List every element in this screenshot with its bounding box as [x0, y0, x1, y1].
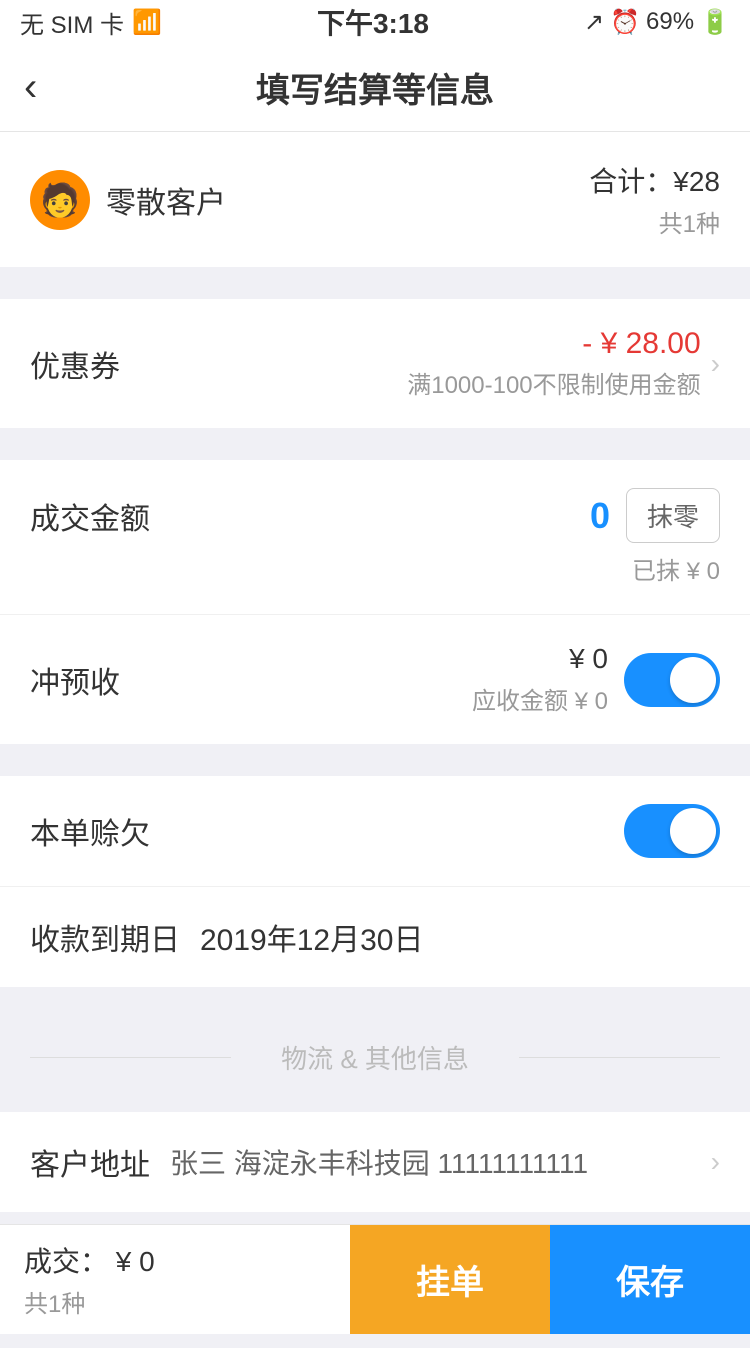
coupon-label: 优惠券 [30, 342, 120, 386]
prepay-amount: ¥ 0 [569, 643, 608, 675]
coupon-chevron: › [711, 348, 720, 380]
main-content: 🧑 零散客户 合计：¥28 共1种 优惠券 - ¥ 28.00 满1000-10… [0, 132, 750, 1348]
location-icon: ↗ [584, 8, 604, 37]
divider-line-right [519, 1057, 720, 1058]
customer-right: 合计：¥28 共1种 [589, 160, 720, 239]
transaction-value[interactable]: 0 [590, 495, 610, 537]
status-bar-left: 无 SIM 卡 📶 [20, 5, 162, 40]
logistics-divider: 物流 & 其他信息 [0, 1019, 750, 1096]
alarm-icon: ⏰ [610, 8, 640, 37]
customer-left: 🧑 零散客户 [30, 170, 226, 230]
battery-label: 69% [646, 8, 694, 36]
debt-toggle[interactable] [624, 804, 720, 858]
summary-value: ¥ 0 [116, 1246, 155, 1277]
no-sim-label: 无 SIM 卡 [20, 5, 124, 40]
debt-card: 本单赊欠 收款到期日 2019年12月30日 [0, 776, 750, 987]
address-label: 客户地址 [30, 1140, 150, 1184]
battery-icon: 🔋 [700, 8, 730, 37]
total-sub: 共1种 [589, 204, 720, 239]
coupon-right: - ¥ 28.00 满1000-100不限制使用金额 [407, 327, 700, 400]
prepay-label: 冲预收 [30, 658, 120, 702]
coupon-card: 优惠券 - ¥ 28.00 满1000-100不限制使用金额 › [0, 299, 750, 428]
debt-row: 本单赊欠 [0, 776, 750, 886]
debt-label: 本单赊欠 [30, 809, 150, 853]
due-date-value[interactable]: 2019年12月30日 [200, 915, 423, 959]
prepay-sub: 应收金额 ¥ 0 [472, 681, 608, 716]
nav-bar: ‹ 填写结算等信息 [0, 44, 750, 132]
bottom-summary: 成交： ¥ 0 共1种 [0, 1225, 350, 1334]
avatar-icon: 🧑 [40, 181, 80, 219]
avatar: 🧑 [30, 170, 90, 230]
customer-row: 🧑 零散客户 合计：¥28 共1种 [0, 132, 750, 267]
prepay-toggle[interactable] [624, 653, 720, 707]
back-button[interactable]: ‹ [24, 65, 37, 110]
divider-line-left [30, 1057, 231, 1058]
transaction-row: 成交金额 0 抹零 [30, 488, 720, 543]
transaction-sub: 已抹 ¥ 0 [30, 551, 720, 586]
customer-name: 零散客户 [106, 178, 226, 222]
transaction-card: 成交金额 0 抹零 已抹 ¥ 0 冲预收 ¥ 0 应收金额 ¥ 0 [0, 460, 750, 744]
coupon-value: - ¥ 28.00 [582, 327, 700, 361]
coupon-row[interactable]: 优惠券 - ¥ 28.00 满1000-100不限制使用金额 › [0, 299, 750, 428]
bottom-summary-top: 成交： ¥ 0 [24, 1240, 326, 1280]
transaction-input-area: 0 抹零 [590, 488, 720, 543]
logistics-label: 物流 & 其他信息 [281, 1039, 469, 1076]
bottom-summary-sub: 共1种 [24, 1284, 326, 1319]
address-card: 客户地址 张三 海淀永丰科技园 11111111111 › [0, 1112, 750, 1212]
prepay-row: 冲预收 ¥ 0 应收金额 ¥ 0 [0, 614, 750, 744]
prepay-right: ¥ 0 应收金额 ¥ 0 [472, 643, 608, 716]
bottom-bar: 成交： ¥ 0 共1种 挂单 保存 [0, 1224, 750, 1334]
address-row[interactable]: 客户地址 张三 海淀永丰科技园 11111111111 › [0, 1112, 750, 1212]
coupon-sub: 满1000-100不限制使用金额 [407, 365, 700, 400]
total-label: 合计：¥28 [589, 160, 720, 200]
status-bar-right: ↗ ⏰ 69% 🔋 [584, 8, 730, 37]
address-value: 张三 海淀永丰科技园 11111111111 [170, 1142, 701, 1182]
due-date-row: 收款到期日 2019年12月30日 [0, 886, 750, 987]
due-date-label: 收款到期日 [30, 915, 180, 959]
customer-card: 🧑 零散客户 合计：¥28 共1种 [0, 132, 750, 267]
status-bar: 无 SIM 卡 📶 下午3:18 ↗ ⏰ 69% 🔋 [0, 0, 750, 44]
transaction-section: 成交金额 0 抹零 已抹 ¥ 0 [0, 460, 750, 614]
wifi-icon: 📶 [132, 8, 162, 37]
page-title: 填写结算等信息 [256, 63, 494, 112]
address-chevron: › [711, 1146, 720, 1178]
round-button[interactable]: 抹零 [626, 488, 720, 543]
transaction-label: 成交金额 [30, 494, 150, 538]
status-bar-time: 下午3:18 [317, 2, 429, 42]
summary-label: 成交： [24, 1246, 108, 1277]
hangup-button[interactable]: 挂单 [350, 1225, 550, 1334]
save-button[interactable]: 保存 [550, 1225, 750, 1334]
